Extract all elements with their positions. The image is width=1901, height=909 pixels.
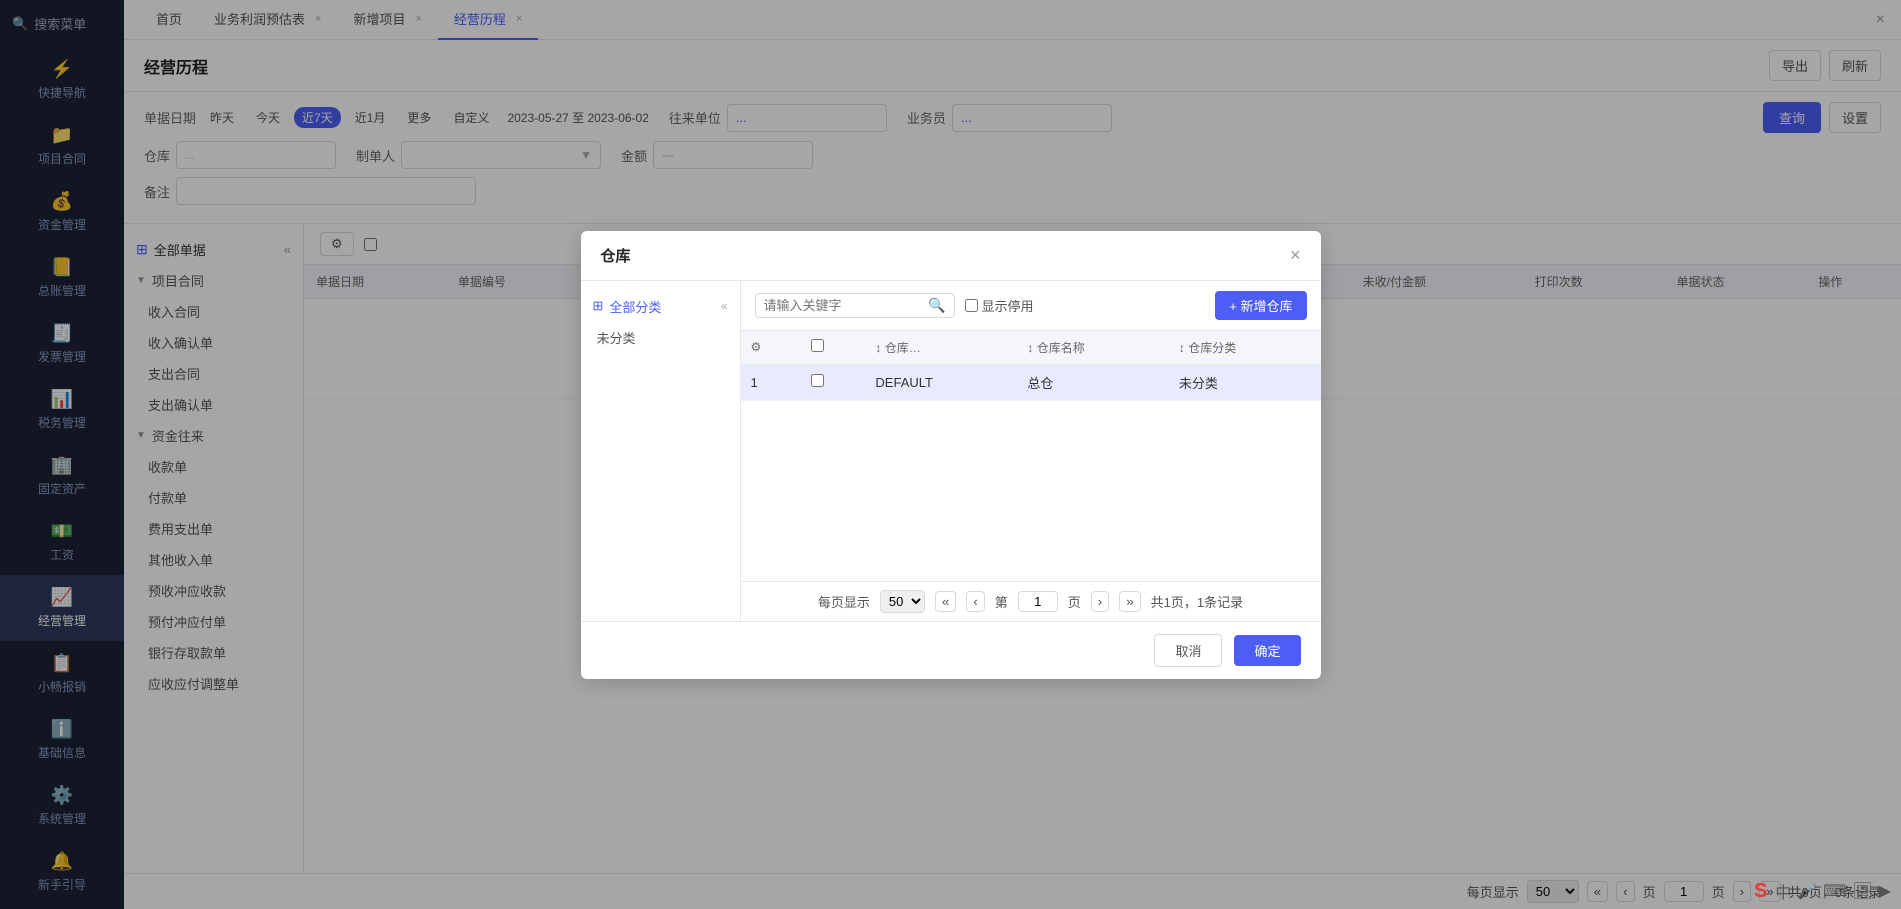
modal-search-icon[interactable]: 🔍 — [928, 297, 945, 314]
modal-title: 仓库 — [601, 245, 631, 266]
modal-total-info: 共1页，1条记录 — [1151, 592, 1243, 611]
cancel-button[interactable]: 取消 — [1154, 634, 1222, 667]
brand-icon-5[interactable]: ▶ — [1879, 881, 1891, 901]
modal-body: ⊞ 全部分类 « 未分类 🔍 显示停用 + 新增仓库 — [581, 281, 1321, 621]
modal-prev-page[interactable]: ‹ — [966, 591, 984, 612]
modal-next-page[interactable]: › — [1091, 591, 1109, 612]
brand-icon-4[interactable]: 🖼 — [1852, 881, 1872, 901]
modal-category-unclassified[interactable]: 未分类 — [581, 322, 740, 353]
modal-per-page-select[interactable]: 50 — [880, 590, 925, 613]
modal-all-category[interactable]: ⊞ 全部分类 « — [581, 291, 740, 322]
row-index: 1 — [741, 364, 801, 400]
modal-col-settings: ⚙ — [741, 331, 801, 365]
modal-first-page[interactable]: « — [935, 591, 956, 612]
modal-right-panel: 🔍 显示停用 + 新增仓库 ⚙ ↕ 仓库… ↕ 仓库名称 — [741, 281, 1321, 621]
modal-warehouse-table: ⚙ ↕ 仓库… ↕ 仓库名称 ↕ 仓库分类 1 DEFAULT 总仓 — [741, 331, 1321, 401]
modal-close-button[interactable]: × — [1290, 245, 1301, 266]
modal-left-collapse[interactable]: « — [721, 299, 728, 313]
modal-toolbar: 🔍 显示停用 + 新增仓库 — [741, 281, 1321, 331]
confirm-button[interactable]: 确定 — [1234, 635, 1300, 666]
brand-s: S — [1754, 880, 1767, 903]
table-row[interactable]: 1 DEFAULT 总仓 未分类 — [741, 364, 1321, 400]
grid-icon: ⊞ — [593, 298, 604, 314]
modal-footer: 取消 确定 — [581, 621, 1321, 679]
modal-right-footer: 每页显示 50 « ‹ 第 页 › » 共1页，1条记录 — [741, 581, 1321, 621]
modal-col-code: ↕ 仓库… — [865, 331, 1017, 365]
modal-col-category: ↕ 仓库分类 — [1169, 331, 1321, 365]
add-warehouse-button[interactable]: + 新增仓库 — [1215, 291, 1306, 320]
modal-per-page-label: 每页显示 — [818, 592, 870, 611]
modal-col-check — [801, 331, 866, 365]
show-disabled-label[interactable]: 显示停用 — [965, 296, 1034, 315]
modal-select-all[interactable] — [811, 339, 824, 352]
modal-page-label: 页 — [1068, 592, 1081, 611]
modal-header: 仓库 × — [581, 231, 1321, 281]
modal-search-input[interactable] — [764, 298, 929, 313]
warehouse-modal: 仓库 × ⊞ 全部分类 « 未分类 🔍 显示停用 — [581, 231, 1321, 679]
row-checkbox[interactable] — [801, 364, 866, 400]
modal-last-page[interactable]: » — [1119, 591, 1140, 612]
brand-icon-2[interactable]: 🎤 — [1797, 881, 1817, 901]
modal-table-body: ⚙ ↕ 仓库… ↕ 仓库名称 ↕ 仓库分类 1 DEFAULT 总仓 — [741, 331, 1321, 581]
brand-icon-3[interactable]: ⌨ — [1823, 881, 1846, 901]
bottom-brand: S 中 🎤 ⌨ 🖼 ▶ — [1754, 879, 1891, 903]
modal-col-name: ↕ 仓库名称 — [1017, 331, 1169, 365]
modal-search-box[interactable]: 🔍 — [755, 293, 955, 318]
modal-left-panel: ⊞ 全部分类 « 未分类 — [581, 281, 741, 621]
brand-icon-1[interactable]: 中 — [1775, 879, 1791, 903]
brand-icons: 中 🎤 ⌨ 🖼 ▶ — [1775, 879, 1891, 903]
row-code: DEFAULT — [865, 364, 1017, 400]
modal-page-input[interactable] — [1018, 591, 1058, 612]
modal-page-word: 第 — [995, 592, 1008, 611]
show-disabled-checkbox[interactable] — [965, 299, 978, 312]
row-category: 未分类 — [1169, 364, 1321, 400]
row-name: 总仓 — [1017, 364, 1169, 400]
